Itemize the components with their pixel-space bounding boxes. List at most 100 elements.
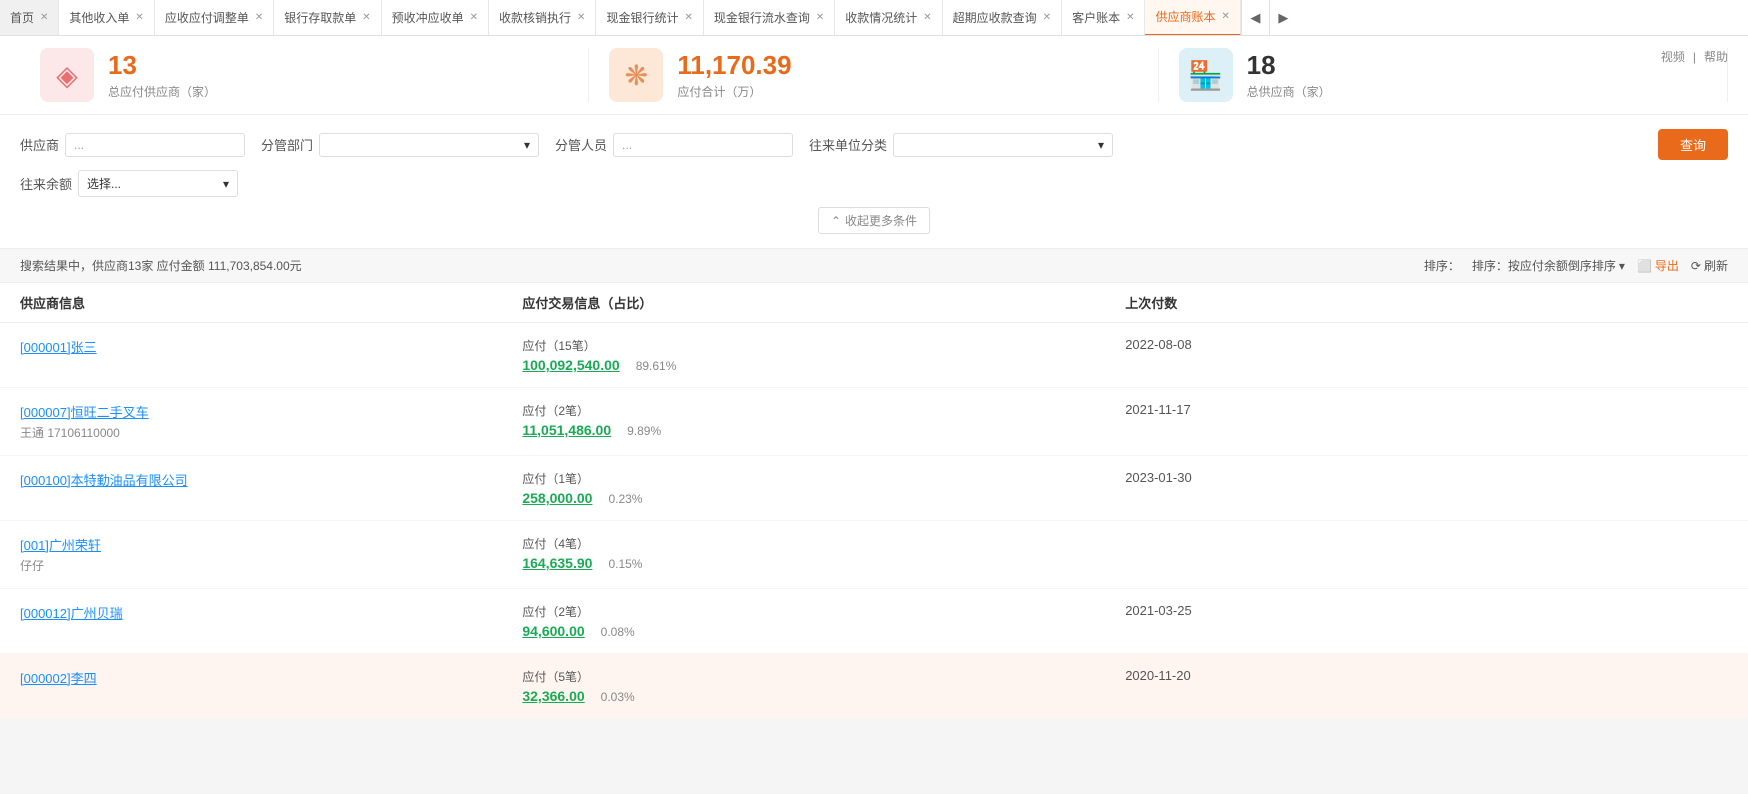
collapse-button[interactable]: ⌃ 收起更多条件 [818,207,930,234]
table-row: [000100]本特勤油品有限公司 应付（1笔） 258,000.00 0.23… [0,456,1748,521]
sort-area: 排序： 排序：按应付余额倒序排序 ▾ ⬜ 导出 ⟳ 刷新 [1424,257,1728,274]
category-label: 往来单位分类 [809,135,887,154]
nav-next-arrow[interactable]: ▶ [1269,0,1297,36]
transaction-info: 应付（2笔） 11,051,486.00 9.89% [522,402,1125,438]
close-icon[interactable]: ✕ [816,12,824,23]
supplier-info: [000001]张三 [20,337,522,356]
export-button[interactable]: ⬜ 导出 [1637,257,1679,274]
tx-amount[interactable]: 258,000.00 [522,490,592,506]
table-row: [000002]李四 应付（5笔） 32,366.00 0.03% 2020-1… [0,654,1748,719]
filter-area: 供应商 ... 分管部门 ▾ 分管人员 ... 往来单位分类 ▾ 查询 [0,115,1748,249]
nav-prev-arrow[interactable]: ◀ [1241,0,1269,36]
supplier-label: 供应商 [20,135,59,154]
refresh-button[interactable]: ⟳ 刷新 [1691,257,1728,274]
summary-card-payable-total: ❋ 11,170.39 应付合计（万） [589,48,1158,102]
supplier-link[interactable]: [000001]张三 [20,340,97,355]
lastpay-date: 2021-03-25 [1125,603,1527,618]
nav-overdue-query[interactable]: 超期应收款查询 ✕ [943,0,1062,36]
data-table: 供应商信息 应付交易信息（占比） 上次付数 [000001]张三 应付（15笔）… [0,283,1748,719]
supplier-info: [000012]广州贝瑞 [20,603,522,622]
header-extra [1527,293,1728,312]
query-button[interactable]: 查询 [1658,129,1728,160]
nav-verify-execute[interactable]: 收款核销执行 ✕ [489,0,596,36]
supplier-info: [000100]本特勤油品有限公司 [20,470,522,489]
supplier-link[interactable]: [000012]广州贝瑞 [20,606,123,621]
close-icon[interactable]: ✕ [577,12,585,23]
nav-prepay-receivable[interactable]: 预收冲应收单 ✕ [382,0,489,36]
nav-bank-deposit[interactable]: 银行存取款单 ✕ [274,0,381,36]
tx-percent: 9.89% [627,424,661,438]
table-body: [000001]张三 应付（15笔） 100,092,540.00 89.61%… [0,323,1748,719]
close-icon[interactable]: ✕ [923,12,931,23]
supplier-sub: 仔仔 [20,557,522,574]
supplier-info: [000002]李四 [20,668,522,687]
tx-percent: 0.23% [608,492,642,506]
payable-total-label: 应付合计（万） [677,83,791,100]
nav-receipt-stat[interactable]: 收款情况统计 ✕ [835,0,942,36]
supplier-link[interactable]: [001]广州荣轩 [20,538,101,553]
transaction-info: 应付（5笔） 32,366.00 0.03% [522,668,1125,704]
close-icon[interactable]: ✕ [1221,11,1229,22]
supplier-info: [000007]恒旺二手叉车 王通 17106110000 [20,402,522,441]
filter-category: 往来单位分类 ▾ [809,133,1113,157]
video-link[interactable]: 视频 [1661,48,1685,65]
category-select[interactable]: ▾ [893,133,1113,157]
tx-label: 应付（2笔） [522,402,1125,419]
payable-suppliers-label: 总应付供应商（家） [108,83,216,100]
help-link[interactable]: 帮助 [1704,48,1728,65]
supplier-placeholder: ... [74,138,84,152]
tx-label: 应付（4笔） [522,535,1125,552]
supplier-input[interactable]: ... [65,133,245,157]
filter-person: 分管人员 ... [555,133,793,157]
balance-placeholder: 选择... [87,175,121,192]
filter-dept: 分管部门 ▾ [261,133,539,157]
close-icon[interactable]: ✕ [40,12,48,23]
supplier-info: [001]广州荣轩 仔仔 [20,535,522,574]
table-header: 供应商信息 应付交易信息（占比） 上次付数 [0,283,1748,323]
summary-card-total-suppliers: 🏪 18 总供应商（家） [1159,48,1728,102]
nav-cash-flow-query[interactable]: 现金银行流水查询 ✕ [704,0,835,36]
tx-label: 应付（15笔） [522,337,1125,354]
close-icon[interactable]: ✕ [684,12,692,23]
chevron-down-icon: ▾ [524,138,530,152]
tx-amount[interactable]: 11,051,486.00 [522,422,611,438]
tx-label: 应付（5笔） [522,668,1125,685]
chevron-down-icon: ▾ [1619,259,1625,273]
filter-row-2: 往来余额 选择... ▾ [20,170,1728,197]
nav-home[interactable]: 首页 ✕ [0,0,59,36]
close-icon[interactable]: ✕ [1126,12,1134,23]
close-icon[interactable]: ✕ [135,12,143,23]
close-icon[interactable]: ✕ [470,12,478,23]
nav-cash-bank-stat[interactable]: 现金银行统计 ✕ [596,0,703,36]
sort-button[interactable]: 排序：按应付余额倒序排序 ▾ [1472,257,1625,274]
table-row: [000007]恒旺二手叉车 王通 17106110000 应付（2笔） 11,… [0,388,1748,456]
filter-supplier: 供应商 ... [20,133,245,157]
supplier-link[interactable]: [000100]本特勤油品有限公司 [20,473,188,488]
person-placeholder: ... [622,138,632,152]
balance-label: 往来余额 [20,174,72,193]
header-supplier: 供应商信息 [20,293,522,312]
nav-other-income[interactable]: 其他收入单 ✕ [59,0,154,36]
balance-select[interactable]: 选择... ▾ [78,170,238,197]
tx-amount[interactable]: 32,366.00 [522,688,584,704]
total-suppliers-number: 18 [1247,50,1331,81]
close-icon[interactable]: ✕ [255,12,263,23]
tx-label: 应付（2笔） [522,603,1125,620]
lastpay-date: 2022-08-08 [1125,337,1527,352]
nav-adjust[interactable]: 应收应付调整单 ✕ [155,0,274,36]
person-input[interactable]: ... [613,133,793,157]
close-icon[interactable]: ✕ [1043,12,1051,23]
close-icon[interactable]: ✕ [362,12,370,23]
table-row: [001]广州荣轩 仔仔 应付（4笔） 164,635.90 0.15% [0,521,1748,589]
supplier-link[interactable]: [000002]李四 [20,671,97,686]
dept-select[interactable]: ▾ [319,133,539,157]
supplier-link[interactable]: [000007]恒旺二手叉车 [20,405,149,420]
nav-supplier-ledger[interactable]: 供应商账本 ✕ [1145,0,1240,36]
payable-suppliers-icon: ◈ [40,48,94,102]
export-icon: ⬜ [1637,259,1652,273]
tx-amount[interactable]: 94,600.00 [522,623,584,639]
tx-amount[interactable]: 164,635.90 [522,555,592,571]
chevron-down-icon: ▾ [1098,138,1104,152]
tx-amount[interactable]: 100,092,540.00 [522,357,619,373]
nav-customer-ledger[interactable]: 客户账本 ✕ [1062,0,1145,36]
